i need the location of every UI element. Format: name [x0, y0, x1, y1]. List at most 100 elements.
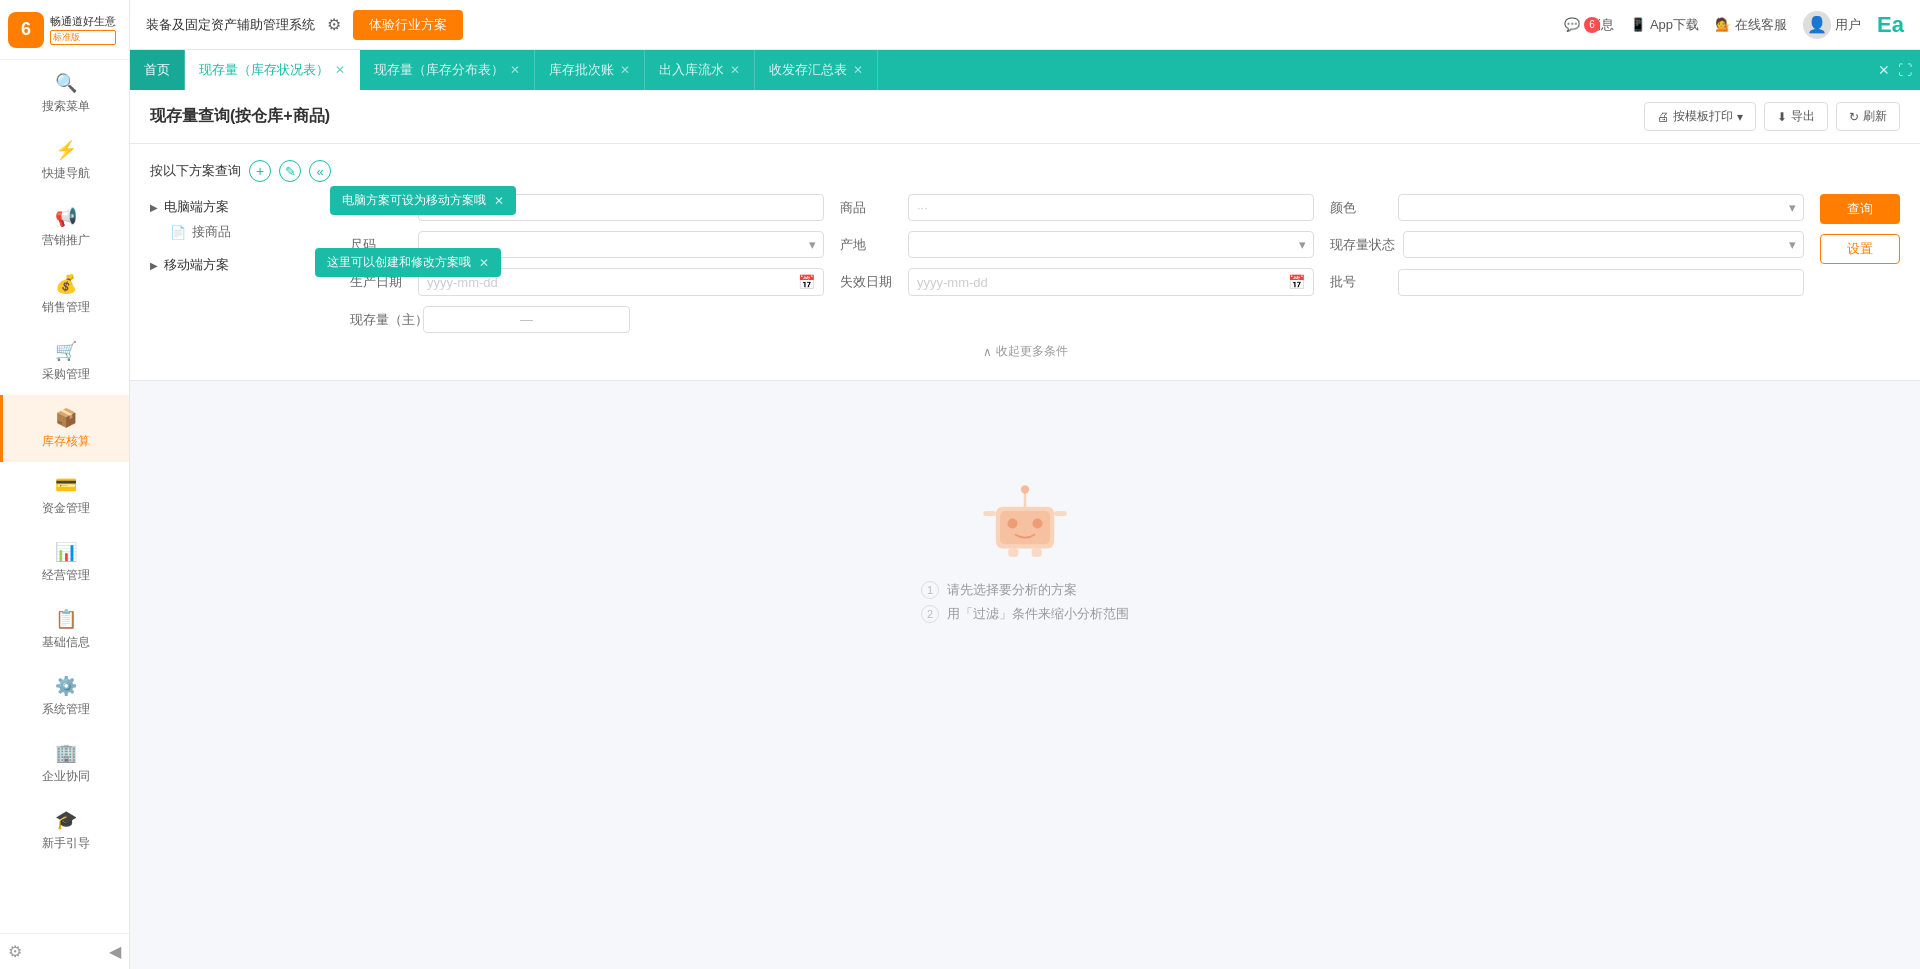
query-button[interactable]: 查询 [1820, 194, 1900, 224]
filter-form-rows: 仓库 ··· 商品 ··· [350, 194, 1804, 333]
tab-in-out-flow-close[interactable]: ✕ [730, 63, 740, 77]
operation-icon: 📊 [55, 541, 77, 563]
main-area: 装备及固定资产辅助管理系统 ⚙ 体验行业方案 💬 6 消息 📱 App下载 💁 … [130, 0, 1920, 969]
desktop-scheme-expand: ▶ [150, 202, 158, 213]
collapse-sidebar-icon[interactable]: ◀ [109, 942, 121, 961]
svg-rect-8 [1008, 549, 1018, 557]
sidebar-item-search[interactable]: 🔍 搜索菜单 [0, 60, 129, 127]
tabs-bar: 首页 现存量（库存状况表） ✕ 现存量（库存分布表） ✕ 库存批次账 ✕ 出入库… [130, 50, 1920, 90]
sidebar-item-system[interactable]: ⚙️ 系统管理 [0, 663, 129, 730]
collapse-arrow-icon: ∧ [983, 345, 992, 359]
sidebar-item-sales[interactable]: 💰 销售管理 [0, 261, 129, 328]
online-service-label: 在线客服 [1735, 16, 1787, 34]
collapse-label: 收起更多条件 [996, 343, 1068, 360]
batch-no-label: 批号 [1330, 273, 1390, 291]
sidebar-nav: 🔍 搜索菜单 ⚡ 快捷导航 📢 营销推广 💰 销售管理 🛒 采购管理 📦 库存核… [0, 60, 129, 933]
page-content: 现存量查询(按仓库+商品) 🖨 按模板打印 ▾ ⬇ 导出 ↻ 刷新 [130, 90, 1920, 969]
refresh-icon: ↻ [1849, 110, 1859, 124]
filter-row-2: 尺码 产地 [350, 231, 1804, 258]
tooltip2-close[interactable]: ✕ [479, 256, 489, 270]
print-template-button[interactable]: 🖨 按模板打印 ▾ [1644, 102, 1756, 131]
inventory-main-range[interactable]: — [423, 306, 630, 333]
inventory-main-field: 现存量（主） — [350, 306, 630, 333]
tab-expand-icon[interactable]: ⛶ [1898, 62, 1912, 78]
expiry-date-field: 失效日期 yyyy-mm-dd 📅 [840, 268, 1314, 296]
tab-batch-account-label: 库存批次账 [549, 61, 614, 79]
reset-button[interactable]: 设置 [1820, 234, 1900, 264]
hint-text-2: 用「过滤」条件来缩小分析范围 [947, 605, 1129, 623]
tab-home[interactable]: 首页 [130, 50, 185, 90]
sidebar-item-quick[interactable]: ⚡ 快捷导航 [0, 127, 129, 194]
sidebar-item-marketing[interactable]: 📢 营销推广 [0, 194, 129, 261]
tooltip1-close[interactable]: ✕ [494, 194, 504, 208]
sidebar-item-purchase-label: 采购管理 [42, 366, 90, 383]
tab-in-out-flow[interactable]: 出入库流水 ✕ [645, 50, 755, 90]
mobile-scheme-item[interactable]: ▶ 移动端方案 [150, 252, 334, 278]
origin-select[interactable] [908, 231, 1314, 258]
refresh-label: 刷新 [1863, 108, 1887, 125]
filter-header: 按以下方案查询 + ✎ « [150, 160, 1900, 182]
tab-receive-summary-close[interactable]: ✕ [853, 63, 863, 77]
tooltip2-container: 这里可以创建和修改方案哦 ✕ [315, 248, 501, 277]
product-input[interactable]: ··· [908, 194, 1314, 221]
expiry-date-calendar-icon: 📅 [1288, 274, 1305, 290]
collapse-button[interactable]: ∧ 收起更多条件 [983, 343, 1068, 360]
sidebar-item-inventory-label: 库存核算 [42, 433, 90, 450]
filter-form: 仓库 ··· 商品 ··· [350, 194, 1900, 333]
inventory-main-to[interactable] [541, 312, 621, 327]
hint-num-2: 2 [921, 605, 939, 623]
inventory-status-select[interactable] [1403, 231, 1804, 258]
color-select[interactable] [1398, 194, 1804, 221]
tab-inventory-status-close[interactable]: ✕ [335, 63, 345, 77]
tooltip2-text: 这里可以创建和修改方案哦 [327, 254, 471, 271]
settings-bottom-icon[interactable]: ⚙ [8, 942, 22, 961]
sidebar-item-sales-label: 销售管理 [42, 299, 90, 316]
batch-no-input[interactable] [1398, 269, 1804, 296]
header-settings-icon[interactable]: ⚙ [327, 15, 341, 34]
finance-icon: 💳 [55, 474, 77, 496]
tab-home-label: 首页 [144, 61, 170, 79]
tab-batch-account-close[interactable]: ✕ [620, 63, 630, 77]
sidebar-item-operation[interactable]: 📊 经营管理 [0, 529, 129, 596]
message-button[interactable]: 💬 6 消息 [1564, 16, 1614, 34]
tab-receive-summary[interactable]: 收发存汇总表 ✕ [755, 50, 878, 90]
add-scheme-button[interactable]: + [249, 160, 271, 182]
sidebar-item-enterprise[interactable]: 🏢 企业协同 [0, 730, 129, 797]
tooltip1-text: 电脑方案可设为移动方案哦 [342, 192, 486, 209]
inventory-status-field: 现存量状态 [1330, 231, 1804, 258]
mobile-scheme-expand: ▶ [150, 260, 158, 271]
app-download-label: App下载 [1650, 16, 1699, 34]
expiry-date-placeholder: yyyy-mm-dd [917, 275, 988, 290]
sidebar-item-inventory[interactable]: 📦 库存核算 [0, 395, 129, 462]
sidebar-item-basic[interactable]: 📋 基础信息 [0, 596, 129, 663]
inventory-main-from[interactable] [432, 312, 512, 327]
industry-solution-button[interactable]: 体验行业方案 [353, 10, 463, 40]
online-service-button[interactable]: 💁 在线客服 [1715, 16, 1787, 34]
edit-scheme-button[interactable]: ✎ [279, 160, 301, 182]
basic-icon: 📋 [55, 608, 77, 630]
expiry-date-input[interactable]: yyyy-mm-dd 📅 [908, 268, 1314, 296]
refresh-button[interactable]: ↻ 刷新 [1836, 102, 1900, 131]
logo-text: 畅通道好生意 [50, 14, 116, 29]
sidebar-item-purchase[interactable]: 🛒 采购管理 [0, 328, 129, 395]
origin-field: 产地 [840, 231, 1314, 258]
svg-point-3 [1033, 519, 1043, 529]
sidebar-item-finance[interactable]: 💳 资金管理 [0, 462, 129, 529]
sidebar-item-guide[interactable]: 🎓 新手引导 [0, 797, 129, 864]
export-button[interactable]: ⬇ 导出 [1764, 102, 1828, 131]
user-area[interactable]: 👤 用户 [1803, 11, 1861, 39]
desktop-scheme-item[interactable]: ▶ 电脑端方案 [150, 194, 334, 220]
svg-rect-6 [983, 511, 996, 516]
tab-batch-account[interactable]: 库存批次账 ✕ [535, 50, 645, 90]
tab-inventory-dist[interactable]: 现存量（库存分布表） ✕ [360, 50, 535, 90]
back-scheme-button[interactable]: « [309, 160, 331, 182]
tab-close-all-icon[interactable]: ✕ [1878, 62, 1890, 78]
sub-scheme-item[interactable]: 📄 接商品 [150, 220, 334, 244]
inventory-status-label: 现存量状态 [1330, 236, 1395, 254]
color-label: 颜色 [1330, 199, 1390, 217]
tab-inventory-status[interactable]: 现存量（库存状况表） ✕ [185, 50, 360, 90]
app-download-button[interactable]: 📱 App下载 [1630, 16, 1699, 34]
tab-inventory-dist-close[interactable]: ✕ [510, 63, 520, 77]
tab-inventory-dist-label: 现存量（库存分布表） [374, 61, 504, 79]
svg-point-5 [1021, 485, 1029, 493]
